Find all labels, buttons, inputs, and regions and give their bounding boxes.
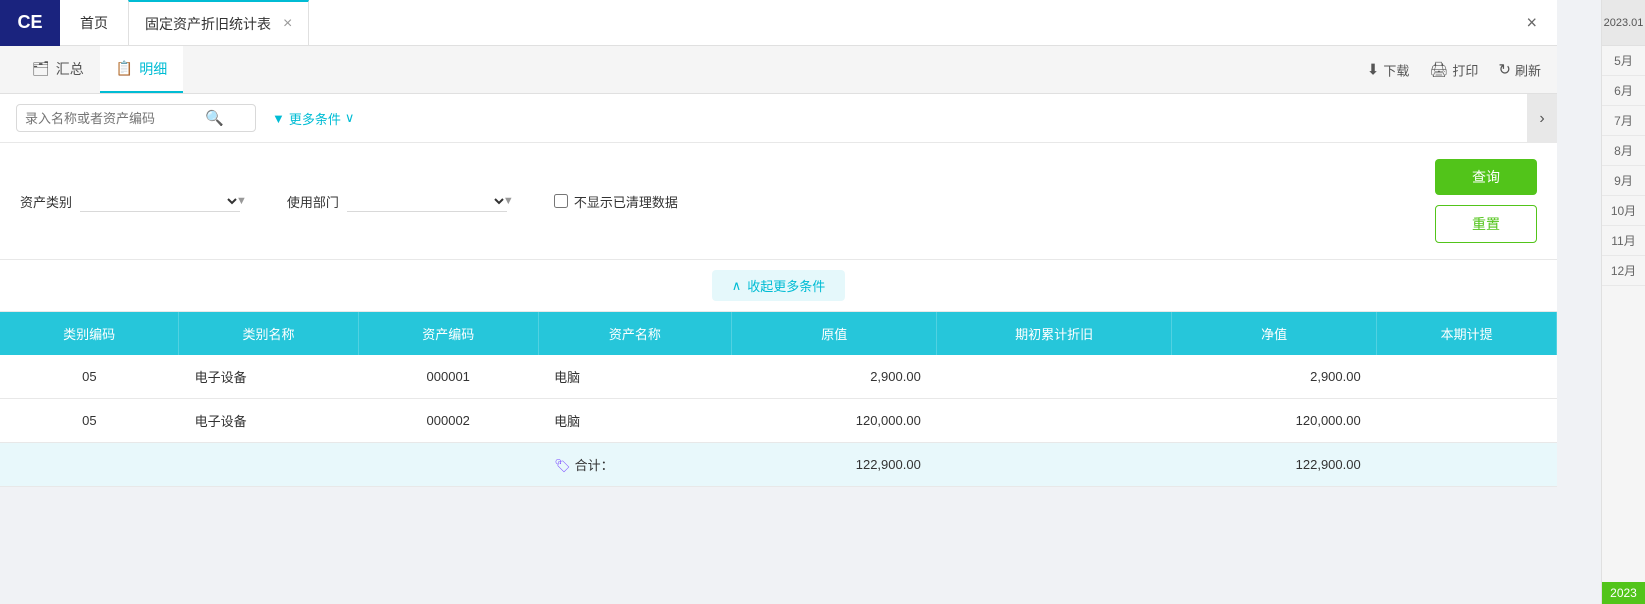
cell-asset-code: 000002	[358, 399, 538, 443]
filter-bar-wrap: 🔍 ▼ 更多条件 ∨ ›	[0, 94, 1557, 143]
tab-detail[interactable]: 📋 明细	[100, 46, 183, 93]
tab-summary[interactable]: 🗂 汇总	[16, 46, 100, 93]
cell-original-value: 120,000.00	[732, 399, 937, 443]
summary-current-period	[1377, 443, 1557, 487]
data-table-wrap: 类别编码 类别名称 资产编码 资产名称 原值 期初累计折旧 净值 本期计提 05…	[0, 312, 1557, 487]
hide-cleared-label: 不显示已清理数据	[574, 192, 678, 211]
col-header-net-value: 净值	[1172, 312, 1377, 355]
summary-row: 🏷合计： 122,900.00 122,900.00	[0, 443, 1557, 487]
department-arrow-icon: ▼	[503, 195, 514, 207]
close-tab-icon[interactable]: ×	[283, 15, 292, 33]
tab-summary-label: 汇总	[56, 59, 84, 79]
table-row: 05 电子设备 000001 电脑 2,900.00 2,900.00	[0, 355, 1557, 399]
department-select[interactable]	[347, 190, 507, 212]
summary-icon: 🗂	[32, 60, 50, 77]
chevron-down-icon: ∨	[345, 110, 355, 126]
filter-actions: 查询 重置	[1435, 159, 1537, 243]
col-header-category-name: 类别名称	[179, 312, 359, 355]
cell-current-period	[1377, 355, 1557, 399]
cell-original-value: 2,900.00	[732, 355, 937, 399]
sidebar-month[interactable]: 5月	[1602, 46, 1645, 76]
sidebar-month[interactable]: 11月	[1602, 226, 1645, 256]
tab-actions: ⬇ 下载 🖨 打印 ↻ 刷新	[1367, 60, 1541, 79]
asset-category-label: 资产类别	[20, 192, 72, 211]
cell-category-code: 05	[0, 355, 179, 399]
sidebar-month[interactable]: 9月	[1602, 166, 1645, 196]
search-input[interactable]	[25, 111, 205, 126]
date-display[interactable]: 2023.01	[1602, 0, 1645, 46]
more-conditions-btn[interactable]: ▼ 更多条件 ∨	[272, 109, 354, 128]
sidebar-month[interactable]: 6月	[1602, 76, 1645, 106]
query-button[interactable]: 查询	[1435, 159, 1537, 195]
print-icon: 🖨	[1429, 61, 1448, 79]
filter-row-1: 资产类别 ▼ 使用部门 ▼ 不显示已清理数据	[20, 159, 1537, 243]
sidebar-month[interactable]: 10月	[1602, 196, 1645, 226]
col-header-accumulated-dep: 期初累计折旧	[937, 312, 1172, 355]
filter-bar: 🔍 ▼ 更多条件 ∨	[0, 94, 1557, 143]
table-row: 05 电子设备 000002 电脑 120,000.00 120,000.00	[0, 399, 1557, 443]
extended-filter: 资产类别 ▼ 使用部门 ▼ 不显示已清理数据	[0, 143, 1557, 260]
active-tab[interactable]: 固定资产折旧统计表 ×	[128, 0, 309, 45]
summary-net-value: 122,900.00	[1172, 443, 1377, 487]
detail-icon: 📋	[116, 60, 133, 77]
col-header-category-code: 类别编码	[0, 312, 179, 355]
hide-cleared-wrap: 不显示已清理数据	[554, 192, 678, 211]
asset-category-select[interactable]	[80, 190, 240, 212]
department-field: 使用部门 ▼	[287, 190, 514, 212]
cell-current-period	[1377, 399, 1557, 443]
download-icon: ⬇	[1367, 61, 1380, 79]
collapse-more-area: ∧ 收起更多条件	[0, 260, 1557, 312]
collapse-btn[interactable]: ∧ 收起更多条件	[712, 270, 846, 301]
col-header-original-value: 原值	[732, 312, 937, 355]
sidebar-month[interactable]: 12月	[1602, 256, 1645, 286]
print-btn[interactable]: 🖨 打印	[1429, 60, 1478, 79]
chevron-up-icon: ∧	[732, 278, 742, 294]
search-icon[interactable]: 🔍	[205, 109, 224, 127]
tab-detail-label: 明细	[139, 59, 167, 79]
hide-cleared-checkbox[interactable]	[554, 194, 568, 208]
download-btn[interactable]: ⬇ 下载	[1367, 60, 1410, 79]
logo: CE	[0, 0, 60, 46]
summary-accumulated-dep	[937, 443, 1172, 487]
cell-category-name: 电子设备	[179, 355, 359, 399]
right-sidebar: 2023.01 5月6月7月8月9月10月11月12月 2023	[1601, 0, 1645, 604]
year-badge: 2023	[1602, 582, 1645, 604]
cell-accumulated-dep	[937, 355, 1172, 399]
cell-accumulated-dep	[937, 399, 1172, 443]
reset-button[interactable]: 重置	[1435, 205, 1537, 243]
top-nav-bar: CE 首页 固定资产折旧统计表 × ×	[0, 0, 1557, 46]
category-arrow-icon: ▼	[236, 195, 247, 207]
cell-net-value: 120,000.00	[1172, 399, 1377, 443]
tab-title: 固定资产折旧统计表	[145, 14, 271, 34]
summary-icon-cell	[0, 443, 538, 487]
department-label: 使用部门	[287, 192, 339, 211]
summary-original-value: 122,900.00	[732, 443, 937, 487]
refresh-icon: ↻	[1498, 61, 1511, 79]
sidebar-month[interactable]: 7月	[1602, 106, 1645, 136]
cell-net-value: 2,900.00	[1172, 355, 1377, 399]
cell-category-code: 05	[0, 399, 179, 443]
window-close-icon[interactable]: ×	[1526, 12, 1537, 33]
filter-icon: ▼	[272, 111, 285, 126]
cell-asset-name: 电脑	[538, 355, 732, 399]
refresh-btn[interactable]: ↻ 刷新	[1498, 60, 1541, 79]
sidebar-month[interactable]: 8月	[1602, 136, 1645, 166]
search-wrap: 🔍	[16, 104, 256, 132]
cell-category-name: 电子设备	[179, 399, 359, 443]
expand-panel-btn[interactable]: ›	[1527, 94, 1557, 143]
data-table: 类别编码 类别名称 资产编码 资产名称 原值 期初累计折旧 净值 本期计提 05…	[0, 312, 1557, 487]
col-header-asset-name: 资产名称	[538, 312, 732, 355]
chevron-right-icon: ›	[1539, 110, 1544, 128]
nav-home[interactable]: 首页	[60, 0, 128, 45]
table-header-row: 类别编码 类别名称 资产编码 资产名称 原值 期初累计折旧 净值 本期计提	[0, 312, 1557, 355]
summary-label: 🏷合计：	[538, 443, 732, 487]
sub-tab-bar: 🗂 汇总 📋 明细 ⬇ 下载 🖨 打印 ↻ 刷新	[0, 46, 1557, 94]
asset-category-field: 资产类别 ▼	[20, 190, 247, 212]
cell-asset-name: 电脑	[538, 399, 732, 443]
col-header-asset-code: 资产编码	[358, 312, 538, 355]
cell-asset-code: 000001	[358, 355, 538, 399]
col-header-current-period: 本期计提	[1377, 312, 1557, 355]
